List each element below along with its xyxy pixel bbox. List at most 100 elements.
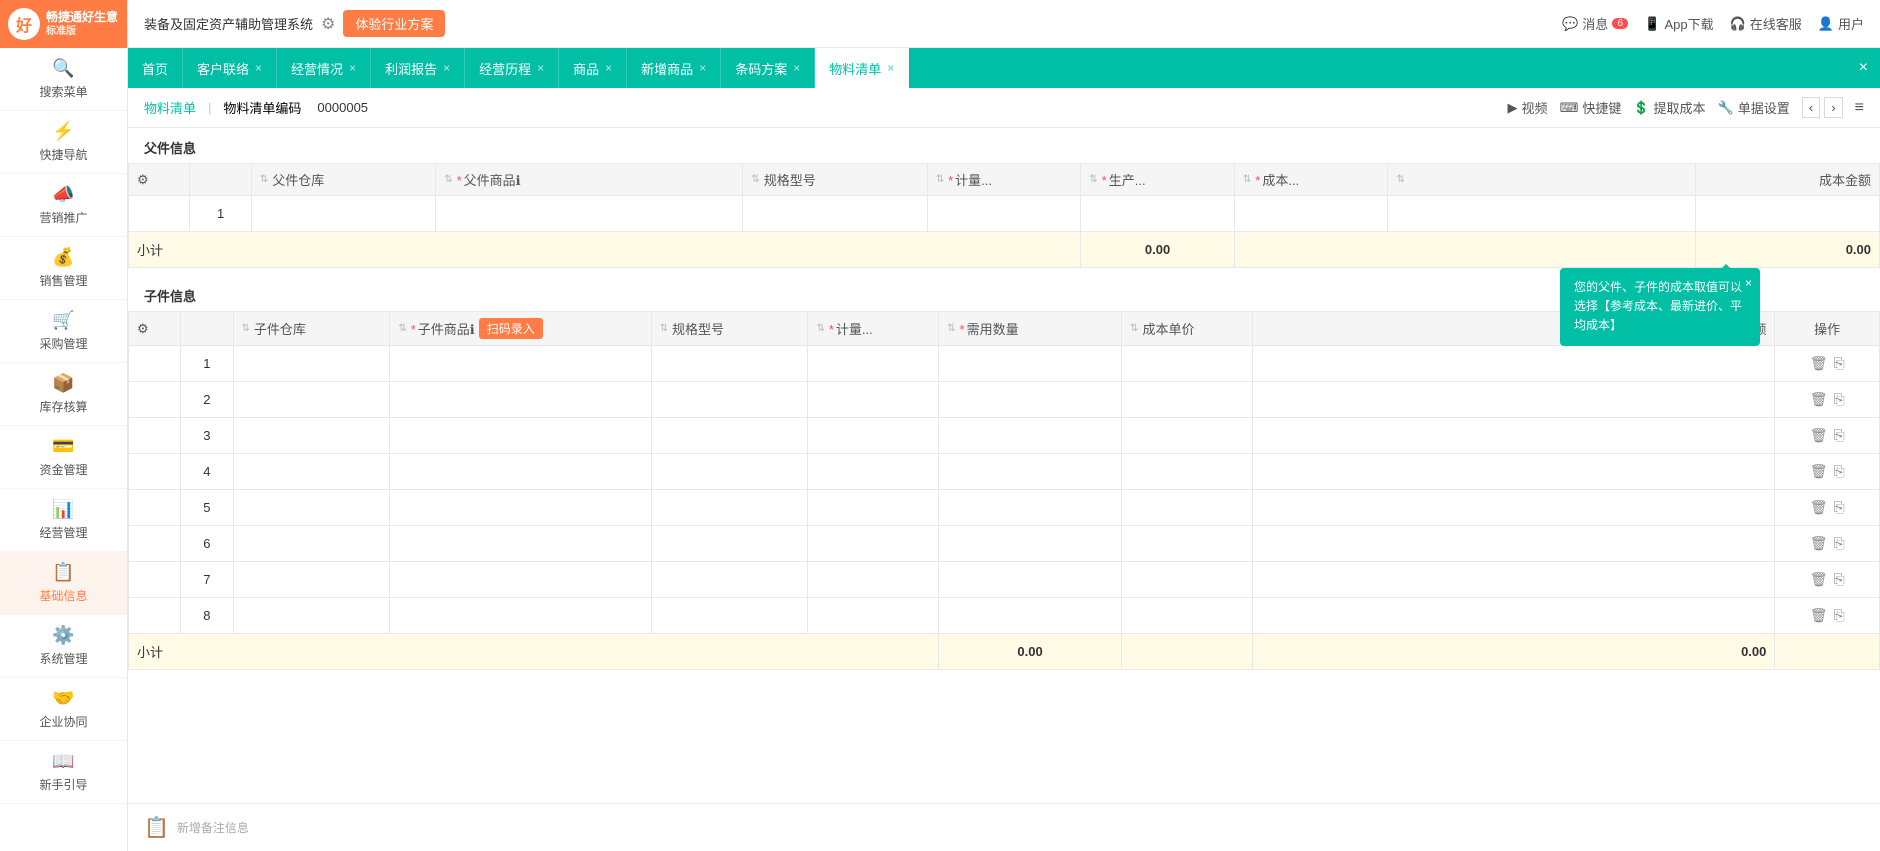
- child-row-unit-cost[interactable]: [1122, 526, 1253, 562]
- child-row-spec[interactable]: [651, 346, 808, 382]
- nav-tab-close-7[interactable]: ×: [793, 61, 800, 75]
- child-row-warehouse[interactable]: [233, 526, 390, 562]
- delete-row-icon[interactable]: 🗑: [1810, 499, 1828, 516]
- child-row-unit-cost[interactable]: [1122, 382, 1253, 418]
- child-row-product[interactable]: [390, 418, 651, 454]
- copy-row-icon[interactable]: ⎘: [1833, 391, 1844, 408]
- child-row-unit[interactable]: [808, 562, 939, 598]
- child-row-quantity[interactable]: [939, 562, 1122, 598]
- child-row-warehouse[interactable]: [233, 598, 390, 634]
- child-row-unit[interactable]: [808, 526, 939, 562]
- nav-tab-close-1[interactable]: ×: [255, 61, 262, 75]
- sidebar-item-8[interactable]: 📋基础信息: [0, 552, 127, 615]
- child-row-unit-cost[interactable]: [1122, 454, 1253, 490]
- child-row-product[interactable]: [390, 454, 651, 490]
- video-button[interactable]: ▶ 视频: [1508, 98, 1548, 117]
- child-row-product[interactable]: [390, 346, 651, 382]
- parent-row-product[interactable]: [436, 196, 743, 232]
- nav-tab-5[interactable]: 商品×: [559, 48, 627, 88]
- parent-row-extra[interactable]: [1388, 196, 1695, 232]
- child-settings-gear-icon[interactable]: ⚙: [137, 321, 149, 336]
- child-row-warehouse[interactable]: [233, 382, 390, 418]
- child-row-spec[interactable]: [651, 490, 808, 526]
- child-row-quantity[interactable]: [939, 418, 1122, 454]
- child-row-spec[interactable]: [651, 382, 808, 418]
- child-row-product[interactable]: [390, 382, 651, 418]
- sidebar-item-4[interactable]: 🛒采购管理: [0, 300, 127, 363]
- delete-row-icon[interactable]: 🗑: [1810, 535, 1828, 552]
- child-row-product[interactable]: [390, 598, 651, 634]
- sidebar-item-9[interactable]: ⚙️系统管理: [0, 615, 127, 678]
- sidebar-item-1[interactable]: ⚡快捷导航: [0, 111, 127, 174]
- child-row-unit[interactable]: [808, 490, 939, 526]
- child-row-unit[interactable]: [808, 382, 939, 418]
- child-row-quantity[interactable]: [939, 454, 1122, 490]
- sidebar-item-2[interactable]: 📣营销推广: [0, 174, 127, 237]
- tooltip-close-button[interactable]: ×: [1745, 274, 1752, 293]
- copy-row-icon[interactable]: ⎘: [1833, 607, 1844, 624]
- child-row-unit-cost[interactable]: [1122, 562, 1253, 598]
- close-all-tabs-button[interactable]: ×: [1847, 59, 1880, 77]
- child-row-warehouse[interactable]: [233, 454, 390, 490]
- nav-tab-close-6[interactable]: ×: [699, 61, 706, 75]
- nav-next-button[interactable]: ›: [1824, 97, 1842, 118]
- child-row-unit-cost[interactable]: [1122, 418, 1253, 454]
- nav-tab-close-5[interactable]: ×: [605, 61, 612, 75]
- parent-row-produce[interactable]: [1081, 196, 1235, 232]
- child-row-warehouse[interactable]: [233, 562, 390, 598]
- child-row-spec[interactable]: [651, 454, 808, 490]
- nav-tab-7[interactable]: 条码方案×: [721, 48, 815, 88]
- nav-tab-close-3[interactable]: ×: [443, 61, 450, 75]
- sidebar-item-11[interactable]: 📖新手引导: [0, 741, 127, 804]
- child-row-product[interactable]: [390, 490, 651, 526]
- online-service-button[interactable]: 🎧 在线客服: [1730, 14, 1802, 33]
- shortcut-button[interactable]: ⌨ 快捷键: [1560, 98, 1622, 117]
- child-row-spec[interactable]: [651, 562, 808, 598]
- child-row-unit-cost[interactable]: [1122, 346, 1253, 382]
- gear-icon[interactable]: ⚙: [321, 14, 335, 34]
- sidebar-item-0[interactable]: 🔍搜索菜单: [0, 48, 127, 111]
- child-row-warehouse[interactable]: [233, 418, 390, 454]
- nav-tab-1[interactable]: 客户联络×: [183, 48, 277, 88]
- sidebar-item-6[interactable]: 💳资金管理: [0, 426, 127, 489]
- add-note-icon[interactable]: 📋: [144, 815, 169, 840]
- parent-row-spec[interactable]: [743, 196, 927, 232]
- parent-row-cost[interactable]: [1234, 196, 1388, 232]
- sidebar-item-7[interactable]: 📊经营管理: [0, 489, 127, 552]
- user-button[interactable]: 👤 用户: [1818, 14, 1864, 33]
- scan-input-button[interactable]: 扫码录入: [479, 318, 543, 339]
- app-download-button[interactable]: 📱 App下载: [1644, 14, 1713, 33]
- delete-row-icon[interactable]: 🗑: [1810, 391, 1828, 408]
- nav-tab-3[interactable]: 利润报告×: [371, 48, 465, 88]
- child-row-quantity[interactable]: [939, 598, 1122, 634]
- delete-row-icon[interactable]: 🗑: [1810, 571, 1828, 588]
- child-row-unit[interactable]: [808, 598, 939, 634]
- copy-row-icon[interactable]: ⎘: [1833, 571, 1844, 588]
- child-row-product[interactable]: [390, 526, 651, 562]
- message-button[interactable]: 💬 消息 6: [1562, 14, 1628, 33]
- delete-row-icon[interactable]: 🗑: [1810, 355, 1828, 372]
- child-row-warehouse[interactable]: [233, 346, 390, 382]
- delete-row-icon[interactable]: 🗑: [1810, 427, 1828, 444]
- copy-row-icon[interactable]: ⎘: [1833, 499, 1844, 516]
- parent-row-warehouse[interactable]: [251, 196, 435, 232]
- child-row-quantity[interactable]: [939, 346, 1122, 382]
- sidebar-item-10[interactable]: 🤝企业协同: [0, 678, 127, 741]
- copy-row-icon[interactable]: ⎘: [1833, 427, 1844, 444]
- sidebar-item-5[interactable]: 📦库存核算: [0, 363, 127, 426]
- child-row-warehouse[interactable]: [233, 490, 390, 526]
- child-row-unit-cost[interactable]: [1122, 490, 1253, 526]
- child-row-unit-cost[interactable]: [1122, 598, 1253, 634]
- view-toggle-icon[interactable]: ≡: [1855, 99, 1864, 117]
- settings-gear-icon[interactable]: ⚙: [137, 172, 149, 187]
- nav-prev-button[interactable]: ‹: [1802, 97, 1820, 118]
- slip-settings-button[interactable]: 🔧 单据设置: [1718, 98, 1790, 117]
- child-row-unit[interactable]: [808, 454, 939, 490]
- nav-tab-close-4[interactable]: ×: [537, 61, 544, 75]
- nav-tab-6[interactable]: 新增商品×: [627, 48, 721, 88]
- child-row-quantity[interactable]: [939, 526, 1122, 562]
- nav-tab-8[interactable]: 物料清单×: [815, 48, 909, 88]
- extract-cost-button[interactable]: 💲 提取成本: [1633, 98, 1705, 117]
- delete-row-icon[interactable]: 🗑: [1810, 463, 1828, 480]
- copy-row-icon[interactable]: ⎘: [1833, 535, 1844, 552]
